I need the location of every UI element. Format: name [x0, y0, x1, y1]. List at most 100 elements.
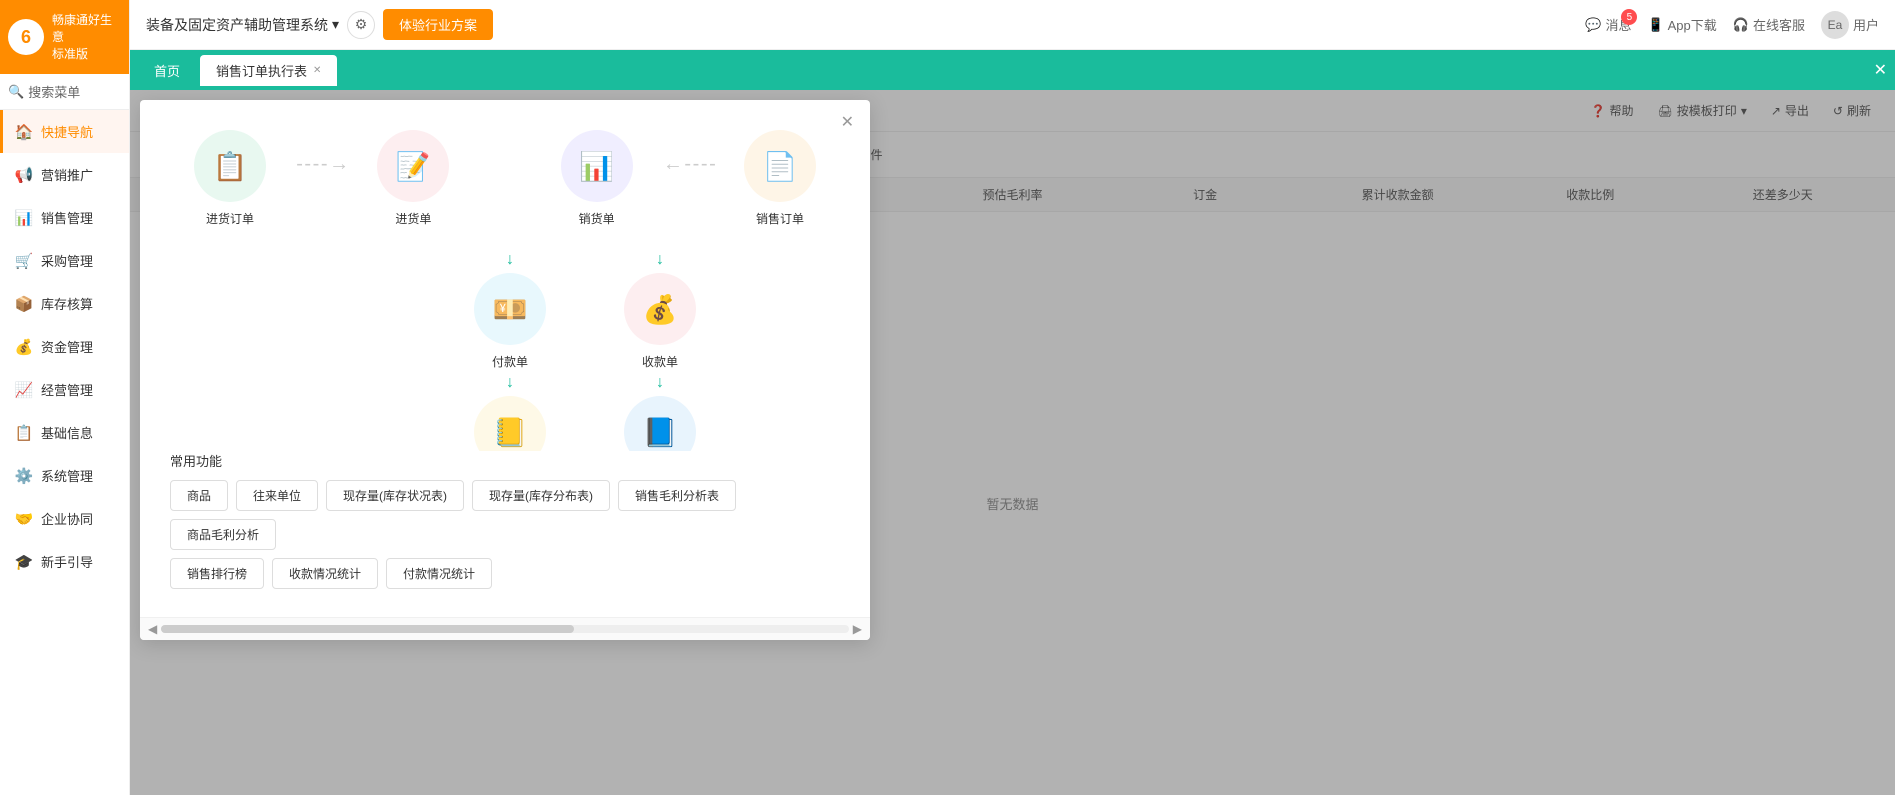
sidebar-item-label: 新手引导 — [41, 552, 93, 571]
sales-bill-label: 销货单 — [579, 210, 615, 227]
sidebar-item-newbie[interactable]: 🎓 新手引导 — [0, 540, 129, 583]
sidebar-item-operation[interactable]: 📈 经营管理 — [0, 368, 129, 411]
common-functions-title: 常用功能 — [170, 451, 840, 470]
user-action[interactable]: Ea 用户 — [1821, 11, 1879, 39]
sidebar-item-finance[interactable]: 💰 资金管理 — [0, 325, 129, 368]
sidebar-item-enterprise[interactable]: 🤝 企业协同 — [0, 497, 129, 540]
common-buttons-row-1: 商品 往来单位 现存量(库存状况表) 现存量(库存分布表) 销售毛利分析表 商品… — [170, 480, 840, 550]
sidebar-item-label: 采购管理 — [41, 251, 93, 270]
message-action[interactable]: 💬 消息 5 — [1585, 15, 1631, 34]
sidebar-search[interactable]: 🔍 搜索菜单 — [0, 74, 129, 110]
tab-home-label: 首页 — [154, 61, 180, 80]
sales-bill-circle: 📊 — [561, 130, 633, 202]
purchase-order-label: 进货订单 — [206, 210, 254, 227]
service-icon: 🎧 — [1733, 17, 1749, 33]
sales-icon: 📊 — [15, 209, 33, 227]
flow-payment[interactable]: 💴 付款单 — [450, 273, 570, 370]
modal-close-btn[interactable]: ✕ — [841, 112, 854, 132]
btn-receipt-stats[interactable]: 收款情况统计 — [272, 558, 378, 589]
btn-stock-dist[interactable]: 现存量(库存分布表) — [472, 480, 610, 511]
search-label: 搜索菜单 — [28, 82, 80, 101]
finance-icon: 💰 — [15, 338, 33, 356]
message-icon: 💬 — [1585, 17, 1601, 33]
main-area: 装备及固定资产辅助管理系统 ▾ ⚙ 体验行业方案 💬 消息 5 📱 App下载 — [130, 0, 1895, 795]
sidebar-item-inventory[interactable]: 📦 库存核算 — [0, 282, 129, 325]
tab-home[interactable]: 首页 — [138, 55, 196, 86]
tab-close-icon[interactable]: ✕ — [313, 65, 321, 76]
sidebar-item-purchase[interactable]: 🛒 采购管理 — [0, 239, 129, 282]
logo-name: 畅康通好生意 — [52, 12, 121, 46]
receipt-circle: 💰 — [624, 273, 696, 345]
arrow-po-pb: - - - - → — [290, 153, 353, 176]
btn-partner[interactable]: 往来单位 — [236, 480, 318, 511]
flow-customer-ledger[interactable]: 📘 客户账本 — [600, 396, 720, 451]
operation-icon: 📈 — [15, 381, 33, 399]
flow-sales-order[interactable]: 📄 销售订单 — [720, 130, 840, 227]
receipt-label: 收款单 — [642, 353, 678, 370]
sales-order-label: 销售订单 — [756, 210, 804, 227]
sidebar-item-label: 资金管理 — [41, 337, 93, 356]
flow-receipt[interactable]: 💰 收款单 — [600, 273, 720, 370]
flow-section: 📋 进货订单 - - - - → 📝 进货单 — [140, 100, 870, 451]
tabbar: 首页 销售订单执行表 ✕ ✕ — [130, 50, 1895, 90]
app-download-action[interactable]: 📱 App下载 — [1647, 15, 1716, 34]
sidebar-item-label: 经营管理 — [41, 380, 93, 399]
arrow-sb-receipt: ↓ — [656, 251, 664, 269]
avatar: Ea — [1821, 11, 1849, 39]
purchase-bill-label: 进货单 — [395, 210, 431, 227]
scrollbar-track[interactable] — [161, 625, 849, 633]
sales-order-circle: 📄 — [744, 130, 816, 202]
logo-sub: 标准版 — [52, 46, 121, 63]
flow-purchase-order[interactable]: 📋 进货订单 — [170, 130, 290, 227]
payment-icon: 💴 — [493, 293, 528, 326]
flow-supplier-ledger[interactable]: 📒 供应商账本 — [450, 396, 570, 451]
btn-product[interactable]: 商品 — [170, 480, 228, 511]
flow-purchase-bill[interactable]: 📝 进货单 — [353, 130, 473, 227]
receipt-icon: 💰 — [643, 293, 678, 326]
purchase-bill-icon: 📝 — [396, 150, 431, 183]
sidebar-item-marketing[interactable]: 📢 营销推广 — [0, 153, 129, 196]
supplier-icon: 📒 — [493, 416, 528, 449]
btn-product-profit[interactable]: 商品毛利分析 — [170, 519, 276, 550]
purchase-order-circle: 📋 — [194, 130, 266, 202]
system-title[interactable]: 装备及固定资产辅助管理系统 ▾ — [146, 15, 339, 35]
purchase-order-icon: 📋 — [213, 150, 248, 183]
common-buttons-row-2: 销售排行榜 收款情况统计 付款情况统计 — [170, 558, 840, 589]
gear-icon: ⚙ — [355, 16, 368, 33]
sidebar-item-label: 基础信息 — [41, 423, 93, 442]
sidebar: 6 畅康通好生意 标准版 🔍 搜索菜单 🏠 快捷导航 📢 营销推广 📊 销售管理 — [0, 0, 130, 795]
sidebar-item-system[interactable]: ⚙️ 系统管理 — [0, 454, 129, 497]
btn-stock-status[interactable]: 现存量(库存状况表) — [326, 480, 464, 511]
sidebar-item-basic[interactable]: 📋 基础信息 — [0, 411, 129, 454]
flow-row-1: 📋 进货订单 - - - - → 📝 进货单 — [170, 130, 840, 227]
app-download-label: App下载 — [1668, 15, 1717, 34]
sidebar-item-label: 销售管理 — [41, 208, 93, 227]
message-badge: 5 — [1621, 9, 1637, 25]
supplier-circle: 📒 — [474, 396, 546, 451]
sidebar-item-label: 库存核算 — [41, 294, 93, 313]
online-service-action[interactable]: 🎧 在线客服 — [1733, 15, 1805, 34]
settings-button[interactable]: ⚙ — [347, 11, 375, 39]
scroll-left-icon[interactable]: ◀ — [148, 622, 157, 636]
tab-sales-order[interactable]: 销售订单执行表 ✕ — [200, 55, 337, 86]
sidebar-item-label: 快捷导航 — [41, 122, 93, 141]
btn-sales-rank[interactable]: 销售排行榜 — [170, 558, 264, 589]
arrow-receipt-customer: ↓ — [656, 374, 664, 392]
btn-payment-stats[interactable]: 付款情况统计 — [386, 558, 492, 589]
scroll-right-icon[interactable]: ▶ — [853, 622, 862, 636]
btn-sales-profit[interactable]: 销售毛利分析表 — [618, 480, 736, 511]
tab-close-all[interactable]: ✕ — [1874, 60, 1887, 80]
tab-sales-order-label: 销售订单执行表 — [216, 61, 307, 80]
dropdown-icon: ▾ — [332, 16, 339, 33]
sidebar-item-sales[interactable]: 📊 销售管理 — [0, 196, 129, 239]
customer-circle: 📘 — [624, 396, 696, 451]
newbie-icon: 🎓 — [15, 553, 33, 571]
flow-sales-bill[interactable]: 📊 销货单 — [537, 130, 657, 227]
sidebar-item-label: 营销推广 — [41, 165, 93, 184]
quick-nav-icon: 🏠 — [15, 123, 33, 141]
trial-btn[interactable]: 体验行业方案 — [383, 9, 493, 40]
scrollbar-thumb — [161, 625, 574, 633]
modal-overlay[interactable]: ✕ 📋 进货订单 - - - - → — [130, 90, 1895, 795]
sidebar-item-quick-nav[interactable]: 🏠 快捷导航 — [0, 110, 129, 153]
modal-scrollbar: ◀ ▶ — [140, 617, 870, 640]
